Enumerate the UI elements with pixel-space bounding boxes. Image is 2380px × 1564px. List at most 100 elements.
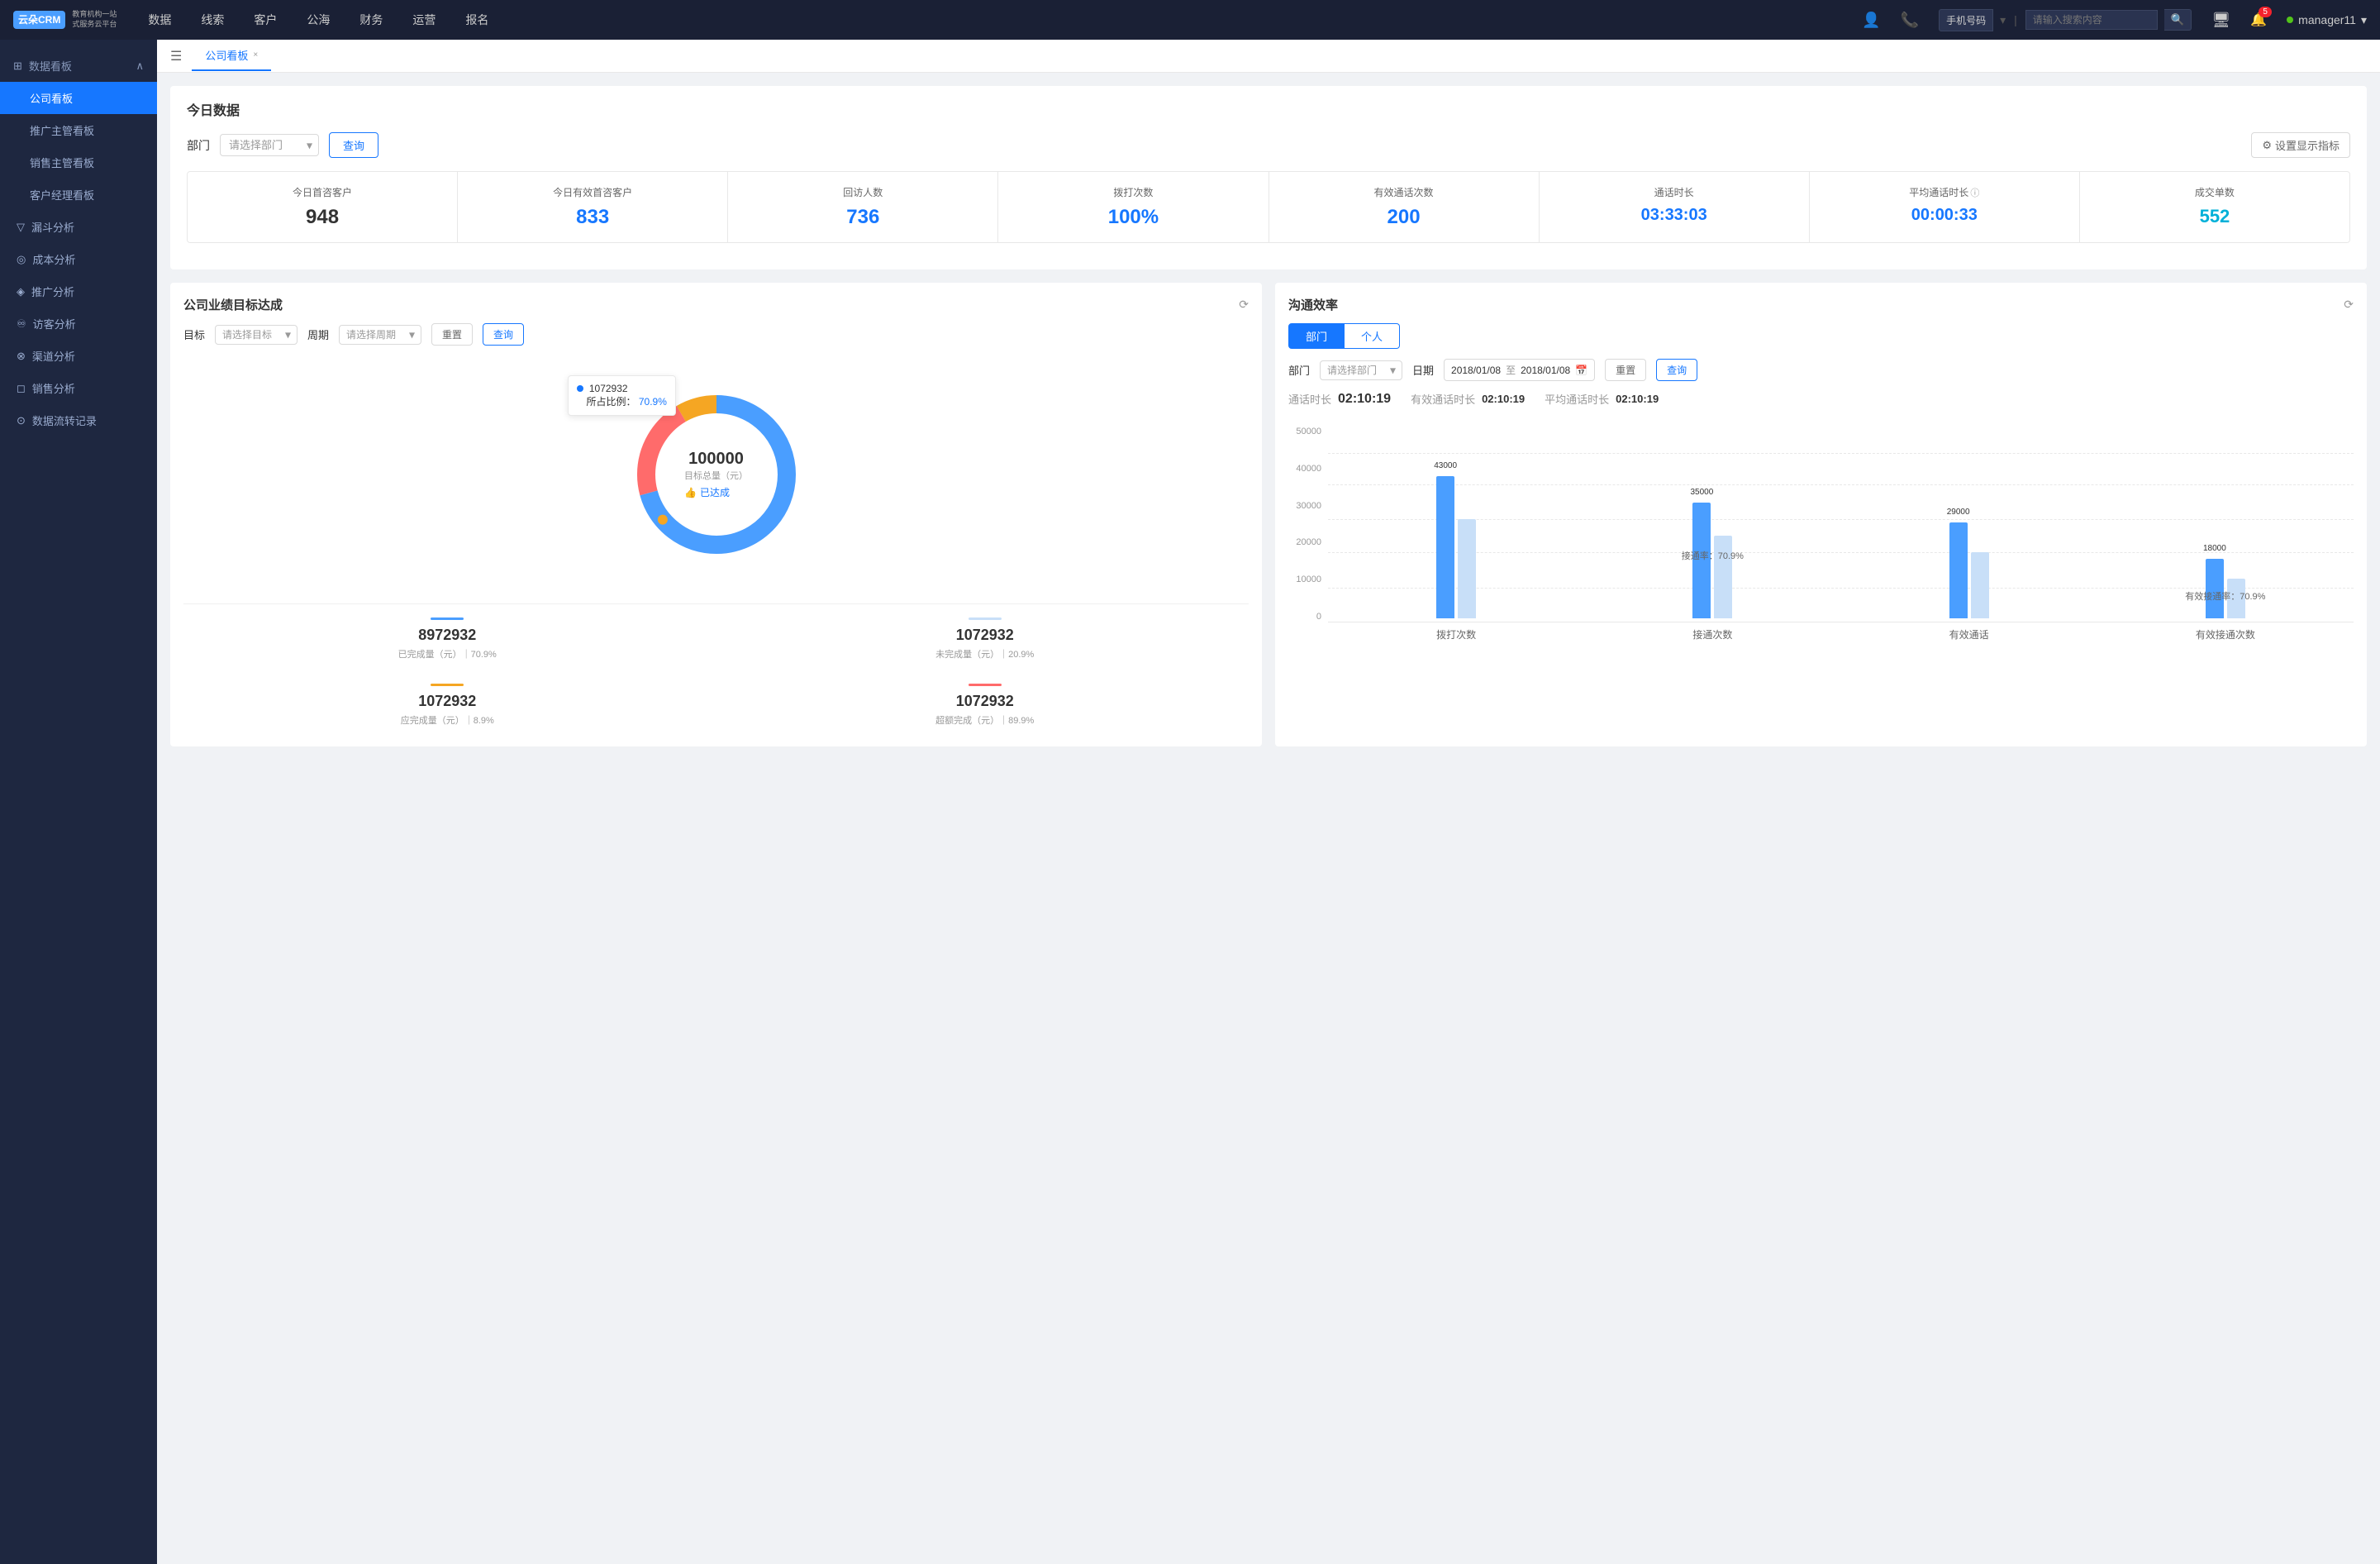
incomplete-indicator <box>969 617 1002 620</box>
donut-achieved: 👍 已达成 <box>684 485 748 499</box>
eff-date-range[interactable]: 2018/01/08 至 2018/01/08 📅 <box>1444 359 1595 381</box>
stat-revisit: 回访人数 736 <box>728 172 997 242</box>
stat-value-2: 736 <box>738 206 988 229</box>
search-button[interactable]: 🔍 <box>2164 9 2192 31</box>
stat-value-0: 948 <box>198 206 447 229</box>
sidebar-item-company[interactable]: 公司看板 <box>0 82 157 114</box>
tab-company[interactable]: 公司看板 × <box>192 41 271 71</box>
sidebar-item-channel[interactable]: ⊗渠道分析 <box>0 340 157 372</box>
nav-leads[interactable]: 线索 <box>194 8 231 31</box>
goal-query-button[interactable]: 查询 <box>483 323 524 346</box>
chart-content: 43000 35000 <box>1328 427 2354 641</box>
nav-operations[interactable]: 运营 <box>406 8 442 31</box>
eff-dept-select[interactable]: 请选择部门 <box>1320 360 1402 380</box>
sidebar-group-header[interactable]: ⊞ 数据看板 ∧ <box>0 50 157 82</box>
efficiency-panel-title: 沟通效率 <box>1288 296 1338 313</box>
notification-badge: 5 <box>2259 7 2272 17</box>
x-label-dial: 拨打次数 <box>1328 622 1584 641</box>
today-filter-row: 部门 请选择部门 查询 ⚙ 设置显示指标 <box>187 132 2350 158</box>
sidebar-item-sales-manager[interactable]: 销售主管看板 <box>0 146 157 179</box>
nav-data[interactable]: 数据 <box>141 8 178 31</box>
search-type-select[interactable]: 手机号码 <box>1939 9 1993 31</box>
goal-refresh-icon[interactable]: ⟳ <box>1239 298 1249 312</box>
dept-select[interactable]: 请选择部门 <box>220 134 319 156</box>
eff-filters: 部门 请选择部门 日期 2018/01/08 至 2018/01/08 📅 <box>1288 359 2354 381</box>
donut-sublabel: 目标总量（元） <box>684 469 748 482</box>
completed-value: 8972932 <box>190 627 705 644</box>
nav-customers[interactable]: 客户 <box>247 8 283 31</box>
eff-tab-personal[interactable]: 个人 <box>1345 323 1400 349</box>
eff-date-label: 日期 <box>1412 362 1434 378</box>
grid-icon: ⊞ <box>13 60 22 73</box>
exceeded-label: 超额完成（元）｜89.9% <box>728 713 1243 727</box>
sidebar-item-account-manager[interactable]: 客户经理看板 <box>0 179 157 211</box>
stat-label-5: 通话时长 <box>1549 185 1799 199</box>
nav-public[interactable]: 公海 <box>300 8 336 31</box>
y-label-30000: 30000 <box>1296 501 1321 511</box>
eff-query-button[interactable]: 查询 <box>1656 359 1697 381</box>
stat-label-1: 今日有效首咨客户 <box>468 185 717 199</box>
target-select[interactable]: 请选择目标 <box>215 325 298 345</box>
tab-close-company[interactable]: × <box>253 50 258 60</box>
eff-tab-dept[interactable]: 部门 <box>1288 323 1345 349</box>
bar-group-dial: 43000 <box>1328 476 1584 622</box>
efficiency-tabs: 部门 个人 <box>1288 323 2354 349</box>
y-label-40000: 40000 <box>1296 464 1321 474</box>
x-label-effective: 有效通话 <box>1841 622 2097 641</box>
y-label-0: 0 <box>1316 612 1321 622</box>
sidebar-item-sales[interactable]: ◻销售分析 <box>0 372 157 404</box>
sidebar-item-data-flow[interactable]: ⊙数据流转记录 <box>0 404 157 436</box>
bar-group-effective: 29000 <box>1841 522 2097 622</box>
user-chevron: ▾ <box>2361 13 2367 27</box>
exceeded-value: 1072932 <box>728 693 1243 710</box>
bar-label-43000: 43000 <box>1434 461 1457 470</box>
sidebar-item-promotion[interactable]: ◈推广分析 <box>0 275 157 308</box>
nav-enrollment[interactable]: 报名 <box>459 8 495 31</box>
top-nav: 云朵CRM 教育机构一站式服务云平台 数据 线索 客户 公海 财务 运营 报名 … <box>0 0 2380 40</box>
hamburger-icon[interactable]: ☰ <box>170 48 182 64</box>
bar-effective-connect-main: 18000 <box>2206 559 2224 618</box>
user-status-dot <box>2287 17 2293 23</box>
panels-row: 公司业绩目标达成 ⟳ 目标 请选择目标 周期 请选 <box>170 283 2367 746</box>
person-icon[interactable]: 👤 <box>1862 12 1880 29</box>
goal-stat-incomplete: 1072932 未完成量（元）｜20.9% <box>721 611 1250 667</box>
settings-button[interactable]: ⚙ 设置显示指标 <box>2251 132 2350 158</box>
sidebar-item-funnel[interactable]: ▽漏斗分析 <box>0 211 157 243</box>
stat-deals: 成交单数 552 <box>2080 172 2349 242</box>
y-axis: 50000 40000 30000 20000 10000 0 <box>1288 427 1328 641</box>
sidebar-item-marketing-manager[interactable]: 推广主管看板 <box>0 114 157 146</box>
sidebar-item-visitor[interactable]: ♾访客分析 <box>0 308 157 340</box>
logo-line1: 云朵CRM <box>18 14 60 26</box>
phone-icon[interactable]: 📞 <box>1901 12 1919 29</box>
eff-date-sep: 至 <box>1506 363 1516 377</box>
thumbup-icon: 👍 <box>684 487 697 498</box>
tab-label-company: 公司看板 <box>205 47 248 63</box>
goal-stat-expected: 1072932 应完成量（元）｜8.9% <box>183 677 712 733</box>
bar-effective-main: 29000 <box>1949 522 1968 618</box>
monitor-icon[interactable]: 🖥 <box>2211 12 2230 29</box>
x-label-effective-connect: 有效接通次数 <box>2097 622 2354 641</box>
eff-duration-value: 02:10:19 <box>1338 392 1391 407</box>
goal-reset-button[interactable]: 重置 <box>431 323 473 346</box>
goal-panel: 公司业绩目标达成 ⟳ 目标 请选择目标 周期 请选 <box>170 283 1262 746</box>
today-query-button[interactable]: 查询 <box>329 132 378 158</box>
stat-label-0: 今日首咨客户 <box>198 185 447 199</box>
search-input[interactable] <box>2025 10 2158 30</box>
eff-reset-button[interactable]: 重置 <box>1605 359 1646 381</box>
donut-tooltip: 1072932 所占比例： 70.9% <box>568 375 676 416</box>
bell-icon[interactable]: 🔔 5 <box>2250 12 2267 28</box>
period-label: 周期 <box>307 327 329 342</box>
eff-avg-label: 平均通话时长 <box>1545 391 1609 407</box>
period-select[interactable]: 请选择周期 <box>339 325 421 345</box>
efficiency-refresh-icon[interactable]: ⟳ <box>2344 298 2354 312</box>
eff-duration-label: 通话时长 <box>1288 391 1331 407</box>
user-info[interactable]: manager11 ▾ <box>2287 13 2367 27</box>
goal-stat-exceeded: 1072932 超额完成（元）｜89.9% <box>721 677 1250 733</box>
nav-finance[interactable]: 财务 <box>353 8 389 31</box>
expected-value: 1072932 <box>190 693 705 710</box>
sidebar-item-cost[interactable]: ◎成本分析 <box>0 243 157 275</box>
today-data-card: 今日数据 部门 请选择部门 查询 ⚙ 设置显示指标 <box>170 86 2367 269</box>
bar-dial-main: 43000 <box>1436 476 1454 618</box>
logo-tagline: 教育机构一站式服务云平台 <box>72 10 121 29</box>
tab-bar: ☰ 公司看板 × <box>157 40 2380 73</box>
